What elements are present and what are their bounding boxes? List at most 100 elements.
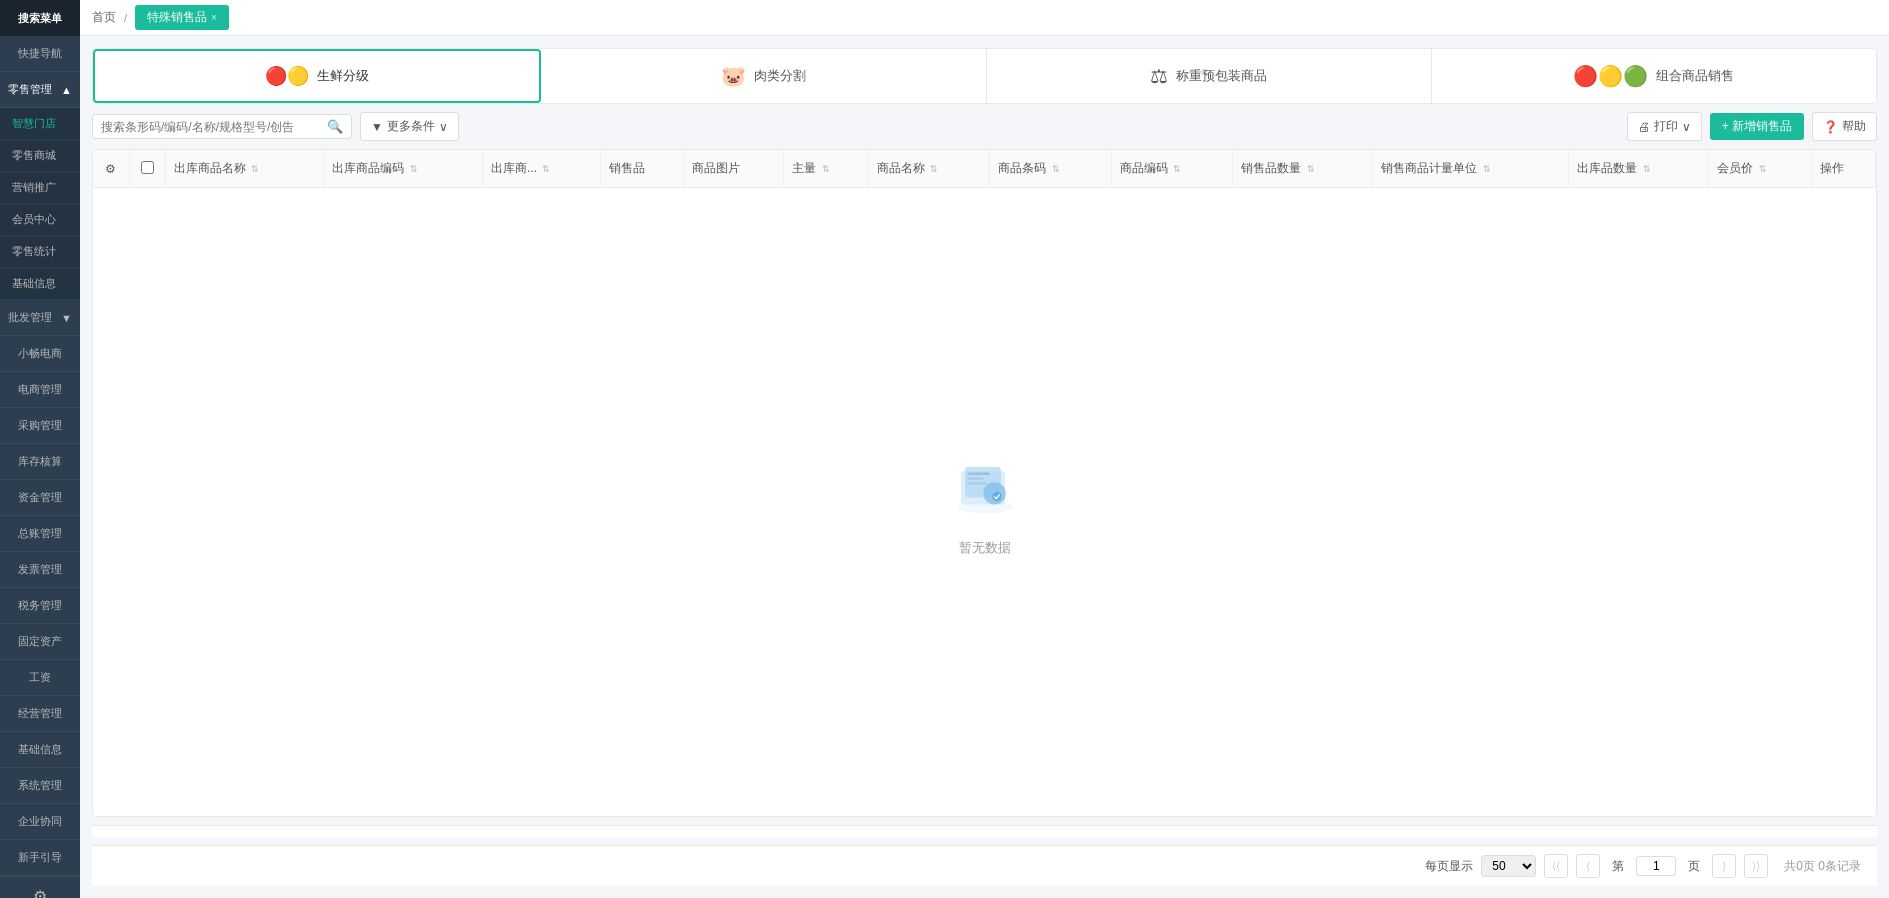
sort-outlet-name[interactable]: ⇅: [251, 164, 259, 174]
col-outlet-name[interactable]: 出库商品名称 ⇅: [165, 150, 324, 188]
meat-cut-label: 肉类分割: [754, 67, 806, 85]
sidebar-sub-basic-info[interactable]: 基础信息: [0, 268, 80, 300]
search-box[interactable]: 🔍: [92, 114, 352, 139]
sidebar-item-tax[interactable]: 税务管理: [0, 588, 80, 624]
sidebar-section-retail[interactable]: 零售管理 ▲: [0, 72, 80, 108]
col-item-name[interactable]: 商品名称 ⇅: [868, 150, 990, 188]
sidebar-item-newbie[interactable]: 新手引导: [0, 840, 80, 876]
tab-scale-prepack[interactable]: ⚖ 称重预包装商品: [987, 49, 1432, 103]
sidebar-item-basic-info2[interactable]: 基础信息: [0, 732, 80, 768]
sidebar-item-inventory[interactable]: 库存核算: [0, 444, 80, 480]
print-label: 打印: [1654, 118, 1678, 135]
first-page-btn[interactable]: ⟨⟨: [1544, 854, 1568, 878]
empty-state: 暂无数据: [93, 188, 1876, 816]
page-number-input[interactable]: [1636, 856, 1676, 876]
sidebar-item-ledger[interactable]: 总账管理: [0, 516, 80, 552]
col-weight[interactable]: 主量 ⇅: [784, 150, 868, 188]
print-button[interactable]: 🖨 打印 ∨: [1627, 112, 1702, 141]
col-outlet-qty[interactable]: 出库品数量 ⇅: [1569, 150, 1709, 188]
empty-text: 暂无数据: [959, 539, 1011, 557]
new-sales-item-button[interactable]: + 新增销售品: [1710, 113, 1804, 140]
col-member-price[interactable]: 会员价 ⇅: [1709, 150, 1812, 188]
retail-mgmt-label: 零售管理: [8, 82, 52, 97]
col-item-image[interactable]: 商品图片: [683, 150, 784, 188]
filter-button[interactable]: ▼ 更多条件 ∨: [360, 112, 459, 141]
sort-barcode[interactable]: ⇅: [1052, 164, 1060, 174]
sort-sales-qty[interactable]: ⇅: [1307, 164, 1315, 174]
col-operation: 操作: [1812, 150, 1876, 188]
col-sales-unit[interactable]: 销售商品计量单位 ⇅: [1373, 150, 1569, 188]
breadcrumb-separator: /: [124, 12, 127, 24]
sidebar-gear-icon[interactable]: ⚙: [0, 876, 80, 898]
svg-rect-6: [967, 477, 983, 479]
sidebar-item-ops[interactable]: 经营管理: [0, 696, 80, 732]
retail-mgmt-arrow: ▲: [61, 84, 72, 96]
sort-member-price[interactable]: ⇅: [1759, 164, 1767, 174]
col-sales-qty[interactable]: 销售品数量 ⇅: [1233, 150, 1373, 188]
prev-page-btn[interactable]: ⟨: [1576, 854, 1600, 878]
col-barcode[interactable]: 商品条码 ⇅: [990, 150, 1112, 188]
sidebar-section-wholesale[interactable]: 批发管理 ▼: [0, 300, 80, 336]
data-table: ⚙ 出库商品名称 ⇅ 出库商品编码 ⇅: [93, 150, 1876, 188]
sidebar-item-ecommerce-mgmt[interactable]: 电商管理: [0, 372, 80, 408]
sidebar-item-quick-nav[interactable]: 快捷导航: [0, 36, 80, 72]
sort-outlet-spec[interactable]: ⇅: [542, 164, 550, 174]
tab-close-btn[interactable]: ×: [211, 12, 217, 23]
help-button[interactable]: ❓ 帮助: [1812, 112, 1877, 141]
select-all-checkbox[interactable]: [141, 161, 154, 174]
sort-sales-unit[interactable]: ⇅: [1483, 164, 1491, 174]
sort-item-code[interactable]: ⇅: [1173, 164, 1181, 174]
quick-nav-label: 快捷导航: [18, 46, 62, 61]
tab-combo-sales[interactable]: 🔴🟡🟢 组合商品销售: [1432, 49, 1876, 103]
sidebar-sub-retail-mall[interactable]: 零售商城: [0, 140, 80, 172]
horizontal-scrollbar[interactable]: [92, 825, 1877, 837]
sidebar-item-invoice[interactable]: 发票管理: [0, 552, 80, 588]
col-settings[interactable]: ⚙: [93, 150, 129, 188]
filter-label: 更多条件: [387, 118, 435, 135]
col-item-code[interactable]: 商品编码 ⇅: [1111, 150, 1233, 188]
sidebar-sub-retail-stats[interactable]: 零售统计: [0, 236, 80, 268]
search-icon[interactable]: 🔍: [327, 119, 343, 134]
feature-tabs: 🔴🟡 生鲜分级 🐷 肉类分割 ⚖ 称重预包装商品 🔴🟡🟢 组合商品销售: [92, 48, 1877, 104]
sidebar-item-purchase[interactable]: 采购管理: [0, 408, 80, 444]
toolbar-left: 🔍 ▼ 更多条件 ∨: [92, 112, 459, 141]
sidebar-item-finance[interactable]: 资金管理: [0, 480, 80, 516]
svg-point-4: [992, 492, 1002, 502]
col-outlet-code[interactable]: 出库商品编码 ⇅: [324, 150, 483, 188]
sort-outlet-qty[interactable]: ⇅: [1643, 164, 1651, 174]
new-button-label: + 新增销售品: [1722, 118, 1792, 135]
sidebar-item-sys-mgmt[interactable]: 系统管理: [0, 768, 80, 804]
sort-outlet-code[interactable]: ⇅: [410, 164, 418, 174]
tab-meat-cut[interactable]: 🐷 肉类分割: [541, 49, 986, 103]
sidebar-item-wages[interactable]: 工资: [0, 660, 80, 696]
search-input[interactable]: [101, 120, 323, 134]
combo-sales-label: 组合商品销售: [1656, 67, 1734, 85]
sidebar-item-mini-ecommerce[interactable]: 小畅电商: [0, 336, 80, 372]
sidebar-sub-member-center[interactable]: 会员中心: [0, 204, 80, 236]
sidebar-search[interactable]: 搜索菜单: [0, 0, 80, 36]
sort-weight[interactable]: ⇅: [822, 164, 830, 174]
scale-icon: ⚖: [1150, 64, 1168, 88]
sidebar-sub-sales-promo[interactable]: 营销推广: [0, 172, 80, 204]
col-checkbox[interactable]: [129, 150, 165, 188]
sidebar-item-fixed-assets[interactable]: 固定资产: [0, 624, 80, 660]
active-tab-label: 特殊销售品: [147, 9, 207, 26]
last-page-btn[interactable]: ⟩⟩: [1744, 854, 1768, 878]
content-area: 🔴🟡 生鲜分级 🐷 肉类分割 ⚖ 称重预包装商品 🔴🟡🟢 组合商品销售: [80, 36, 1889, 898]
per-page-select[interactable]: 50 10 20 100: [1481, 855, 1536, 877]
sidebar-item-corp[interactable]: 企业协同: [0, 804, 80, 840]
toolbar: 🔍 ▼ 更多条件 ∨ 🖨 打印 ∨ + 新增销售品 ❓: [92, 112, 1877, 141]
col-outlet-spec[interactable]: 出库商... ⇅: [482, 150, 600, 188]
help-label: 帮助: [1842, 118, 1866, 135]
sidebar-sub-smart-store[interactable]: 智慧门店: [0, 108, 80, 140]
sort-item-name[interactable]: ⇅: [930, 164, 938, 174]
filter-arrow: ∨: [439, 120, 448, 134]
tab-fresh-grading[interactable]: 🔴🟡 生鲜分级: [93, 49, 541, 103]
total-label: 共0页 0条记录: [1784, 858, 1861, 875]
page-label-before: 第: [1612, 858, 1624, 875]
combo-icon: 🔴🟡🟢: [1573, 64, 1648, 88]
col-sales-item[interactable]: 销售品: [601, 150, 683, 188]
next-page-btn[interactable]: ⟩: [1712, 854, 1736, 878]
breadcrumb-home[interactable]: 首页: [92, 9, 116, 26]
active-tab[interactable]: 特殊销售品 ×: [135, 5, 229, 30]
